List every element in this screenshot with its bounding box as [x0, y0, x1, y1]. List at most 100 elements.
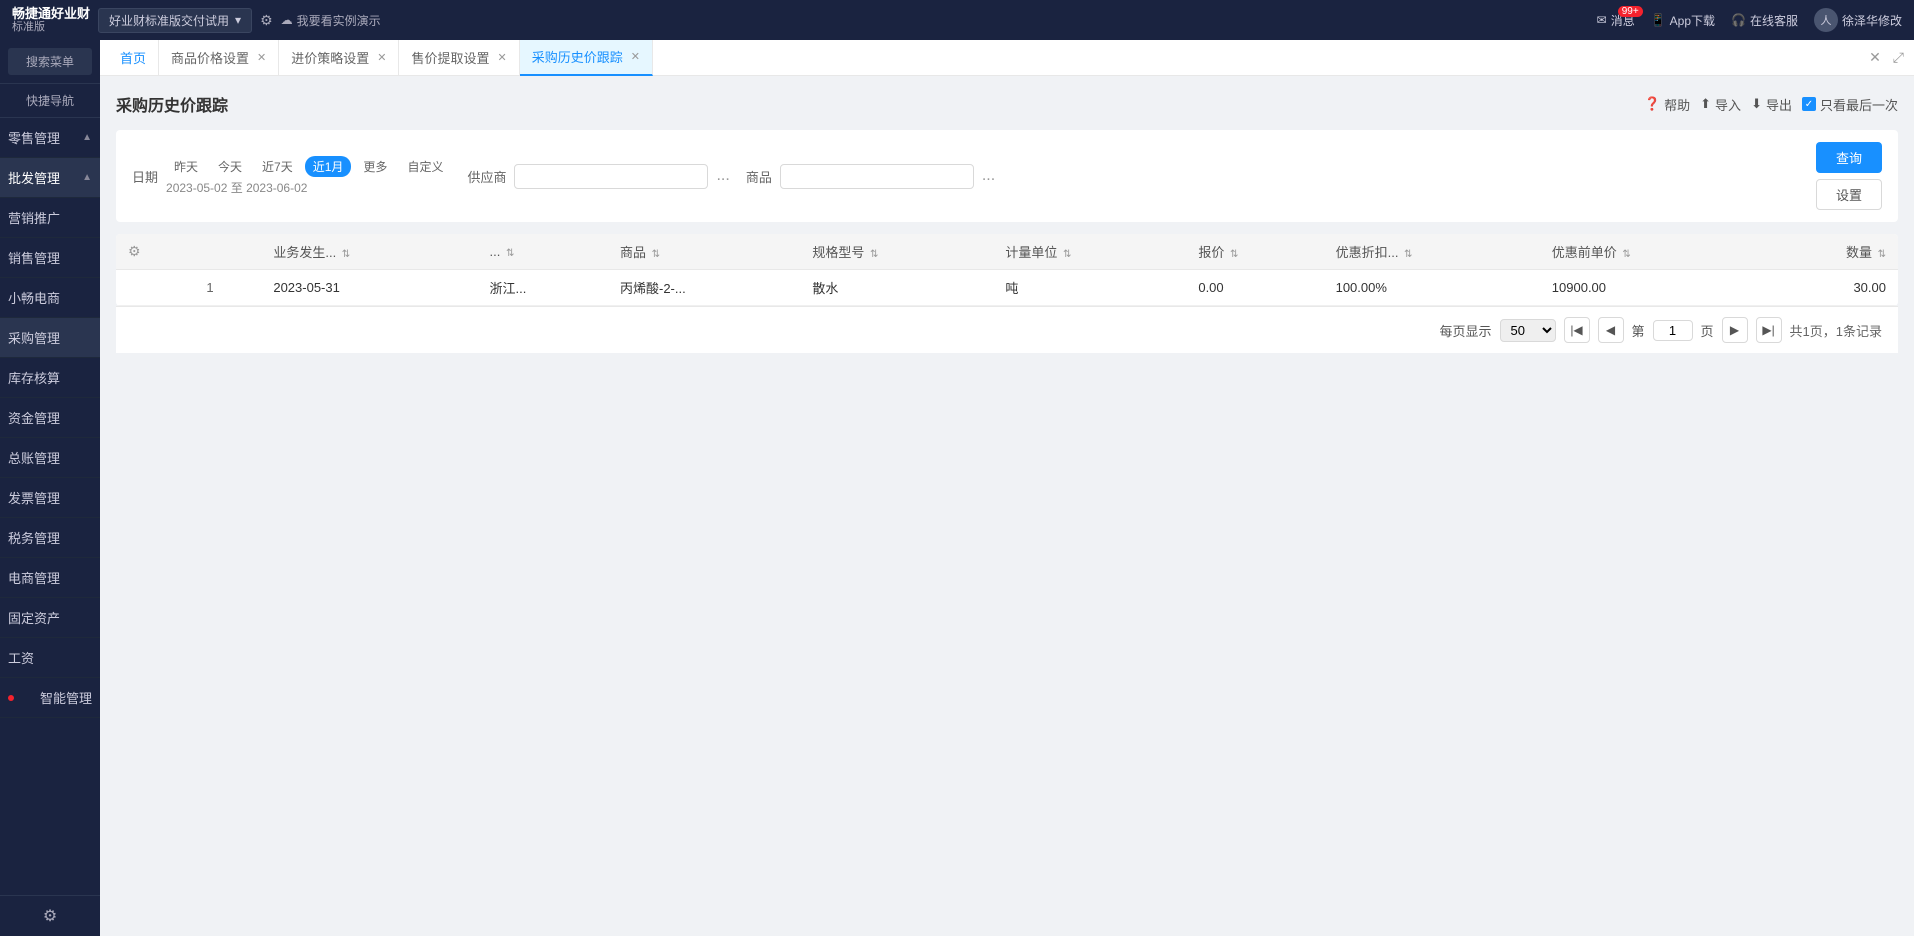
- tab-close-purchase-history[interactable]: ✕: [631, 50, 640, 63]
- sidebar-item-marketing[interactable]: 营销推广: [0, 198, 100, 238]
- row-gear-cell: [116, 270, 194, 306]
- col-discount[interactable]: 优惠折扣... ⇅: [1324, 234, 1540, 270]
- sidebar-item-ecommerce[interactable]: 电商管理: [0, 558, 100, 598]
- col-spec[interactable]: 规格型号 ⇅: [800, 234, 993, 270]
- export-button[interactable]: ⬇ 导出: [1751, 95, 1792, 114]
- row-quantity: 30.00: [1761, 270, 1898, 306]
- total-info: 共1页，1条记录: [1790, 321, 1882, 340]
- col-price[interactable]: 报价 ⇅: [1186, 234, 1323, 270]
- date-option-custom[interactable]: 自定义: [399, 156, 451, 177]
- sidebar-item-finance[interactable]: 资金管理: [0, 398, 100, 438]
- supplier-input[interactable]: [514, 164, 708, 189]
- mobile-icon: 📱: [1651, 13, 1666, 27]
- page-content: 采购历史价跟踪 ❓ 帮助 ⬆ 导入 ⬇ 导出 ✓: [100, 76, 1914, 936]
- help-button[interactable]: ❓ 帮助: [1644, 95, 1690, 114]
- goods-more-icon[interactable]: ...: [982, 167, 995, 185]
- tab-pricing-strategy[interactable]: 进价策略设置 ✕: [279, 40, 399, 76]
- col-pre-discount-price[interactable]: 优惠前单价 ⇅: [1540, 234, 1761, 270]
- online-service-button[interactable]: 🎧 在线客服: [1731, 12, 1798, 29]
- sort-icon: ⇅: [342, 249, 350, 260]
- tab-close-goods-price[interactable]: ✕: [257, 51, 266, 64]
- purchase-history-table: ⚙ 业务发生... ⇅ ... ⇅ 商品 ⇅ 规格型号 ⇅ 计量单位 ⇅ 报价 …: [116, 234, 1898, 306]
- search-menu-button[interactable]: 搜索菜单: [8, 48, 92, 75]
- col-date[interactable]: 业务发生... ⇅: [261, 234, 477, 270]
- tab-close-sale-price[interactable]: ✕: [498, 51, 507, 64]
- col-goods[interactable]: 商品 ⇅: [608, 234, 800, 270]
- tab-sale-price[interactable]: 售价提取设置 ✕: [399, 40, 519, 76]
- row-discount: 100.00%: [1324, 270, 1540, 306]
- sidebar-item-label: 电商管理: [8, 568, 60, 587]
- sidebar-item-purchase[interactable]: 采购管理: [0, 318, 100, 358]
- col-quantity[interactable]: 数量 ⇅: [1761, 234, 1898, 270]
- next-page-button[interactable]: ▶: [1722, 317, 1748, 343]
- sidebar-item-fixed-assets[interactable]: 固定资产: [0, 598, 100, 638]
- maximize-icon[interactable]: ⤢: [1891, 47, 1906, 68]
- topbar-left: 畅捷通好业财 标准版 好业财标准版交付试用 ▾ ⚙ ☁ 我要看实例演示: [12, 6, 381, 35]
- page-input[interactable]: [1653, 320, 1693, 341]
- row-num: 1: [194, 270, 261, 306]
- query-button[interactable]: 查询: [1816, 142, 1882, 173]
- export-icon: ⬇: [1751, 96, 1762, 112]
- sidebar-item-label: 零售管理: [8, 128, 60, 147]
- sidebar-item-tax[interactable]: 税务管理: [0, 518, 100, 558]
- sidebar-item-general-ledger[interactable]: 总账管理: [0, 438, 100, 478]
- expand-icon: ▲: [82, 172, 92, 183]
- sidebar-item-sales[interactable]: 销售管理: [0, 238, 100, 278]
- version-selector[interactable]: 好业财标准版交付试用 ▾: [98, 8, 252, 33]
- user-menu[interactable]: 人 徐泽华修改: [1814, 8, 1902, 32]
- avatar: 人: [1814, 8, 1838, 32]
- row-price: 0.00: [1186, 270, 1323, 306]
- date-option-today[interactable]: 今天: [210, 156, 250, 177]
- last-page-button[interactable]: ▶|: [1756, 317, 1782, 343]
- date-option-last1month[interactable]: 近1月: [305, 156, 352, 177]
- question-icon: ❓: [1644, 96, 1660, 112]
- sidebar-item-ecommerce-small[interactable]: 小畅电商: [0, 278, 100, 318]
- notification-dot: [8, 695, 14, 701]
- minimize-icon[interactable]: ✕: [1867, 47, 1883, 68]
- tab-goods-price[interactable]: 商品价格设置 ✕: [159, 40, 279, 76]
- tab-home[interactable]: 首页: [108, 40, 159, 76]
- message-button[interactable]: ✉ 消息 99+: [1597, 12, 1635, 29]
- sidebar-item-inventory[interactable]: 库存核算: [0, 358, 100, 398]
- row-pre-discount-price: 10900.00: [1540, 270, 1761, 306]
- sidebar-item-smart[interactable]: 智能管理: [0, 678, 100, 718]
- sidebar-item-invoice[interactable]: 发票管理: [0, 478, 100, 518]
- goods-input[interactable]: [780, 164, 974, 189]
- row-date: 2023-05-31: [261, 270, 477, 306]
- page-size-select[interactable]: 50 100 200: [1500, 319, 1556, 342]
- sidebar-settings[interactable]: ⚙: [0, 895, 100, 936]
- import-button[interactable]: ⬆ 导入: [1700, 95, 1741, 114]
- sidebar-item-wholesale[interactable]: 批发管理 ▲: [0, 158, 100, 198]
- per-page-label: 每页显示: [1439, 321, 1491, 340]
- prev-page-button[interactable]: ◀: [1598, 317, 1624, 343]
- app-download-button[interactable]: 📱 App下载: [1651, 12, 1715, 29]
- col-unit[interactable]: 计量单位 ⇅: [993, 234, 1186, 270]
- sidebar-item-retail[interactable]: 零售管理 ▲: [0, 118, 100, 158]
- setting-button[interactable]: 设置: [1816, 179, 1882, 210]
- content-area: 首页 商品价格设置 ✕ 进价策略设置 ✕ 售价提取设置 ✕ 采购历史价跟踪 ✕ …: [100, 40, 1914, 936]
- only-last-checkbox[interactable]: ✓ 只看最后一次: [1802, 95, 1898, 114]
- sort-icon: ⇅: [1622, 249, 1630, 260]
- row-unit: 吨: [993, 270, 1186, 306]
- sidebar-item-salary[interactable]: 工资: [0, 638, 100, 678]
- sidebar-quick-nav[interactable]: 快捷导航: [0, 84, 100, 118]
- sidebar-item-label: 税务管理: [8, 528, 60, 547]
- goods-filter: 商品 ...: [746, 164, 995, 189]
- sidebar-item-label: 批发管理: [8, 168, 60, 187]
- page-suffix: 页: [1701, 321, 1714, 340]
- date-option-yesterday[interactable]: 昨天: [166, 156, 206, 177]
- page-title: 采购历史价跟踪: [116, 92, 228, 116]
- tab-purchase-history[interactable]: 采购历史价跟踪 ✕: [520, 40, 653, 76]
- tab-close-pricing-strategy[interactable]: ✕: [377, 51, 386, 64]
- date-option-last7days[interactable]: 近7天: [254, 156, 301, 177]
- topbar-settings-icon[interactable]: ⚙: [260, 12, 273, 29]
- supplier-more-icon[interactable]: ...: [716, 167, 729, 185]
- table-gear-icon[interactable]: ⚙: [128, 243, 141, 259]
- first-page-button[interactable]: |◀: [1564, 317, 1590, 343]
- demo-link[interactable]: ☁ 我要看实例演示: [281, 12, 381, 29]
- sidebar-item-label: 工资: [8, 648, 34, 667]
- col-more[interactable]: ... ⇅: [478, 234, 608, 270]
- sidebar-item-label: 发票管理: [8, 488, 60, 507]
- date-option-more[interactable]: 更多: [355, 156, 395, 177]
- table-header: ⚙ 业务发生... ⇅ ... ⇅ 商品 ⇅ 规格型号 ⇅ 计量单位 ⇅ 报价 …: [116, 234, 1898, 270]
